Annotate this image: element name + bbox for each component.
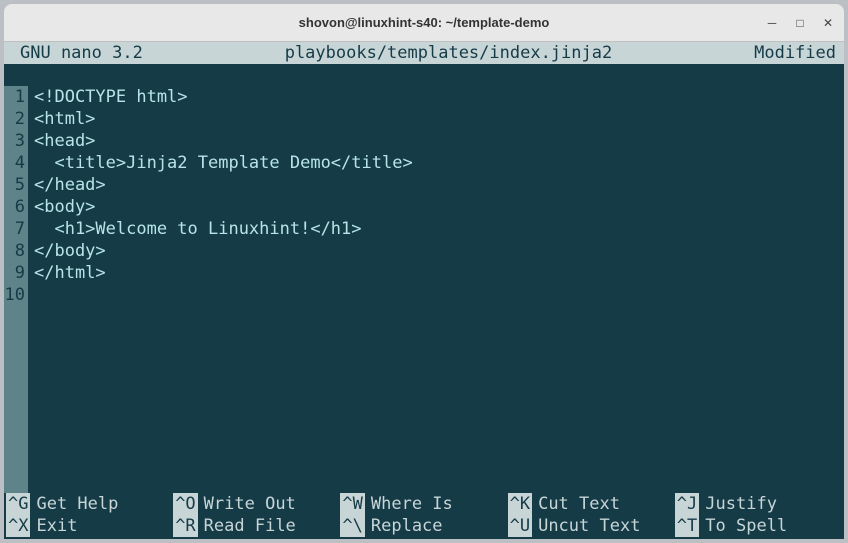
- line-number: 6: [4, 196, 25, 218]
- code-line[interactable]: <h1>Welcome to Linuxhint!</h1>: [34, 218, 844, 240]
- shortcut-key: ^G: [6, 493, 30, 515]
- line-number: 5: [4, 174, 25, 196]
- line-gutter: 12345678910: [4, 86, 28, 493]
- shortcut-key: ^O: [173, 493, 197, 515]
- shortcut-key: ^X: [6, 515, 30, 537]
- editor-area[interactable]: 12345678910 <!DOCTYPE html><html><head> …: [4, 64, 844, 493]
- minimize-icon[interactable]: ─: [764, 15, 780, 31]
- nano-header: GNU nano 3.2 playbooks/templates/index.j…: [4, 42, 844, 64]
- file-name: playbooks/templates/index.jinja2: [143, 42, 754, 64]
- shortcut-key: ^T: [675, 515, 699, 537]
- shortcut-item[interactable]: ^G Get Help: [6, 493, 173, 515]
- shortcut-item[interactable]: ^T To Spell: [675, 515, 842, 537]
- shortcut-label: Where Is: [371, 493, 453, 515]
- editor-content[interactable]: <!DOCTYPE html><html><head> <title>Jinja…: [28, 86, 844, 493]
- shortcut-label: Read File: [204, 515, 296, 537]
- shortcut-item[interactable]: ^\ Replace: [340, 515, 507, 537]
- shortcut-key: ^R: [173, 515, 197, 537]
- file-status: Modified: [754, 42, 840, 64]
- shortcut-label: Exit: [36, 515, 77, 537]
- maximize-icon[interactable]: □: [792, 15, 808, 31]
- code-line[interactable]: <head>: [34, 130, 844, 152]
- code-line[interactable]: </body>: [34, 240, 844, 262]
- line-number: 3: [4, 130, 25, 152]
- close-icon[interactable]: ✕: [820, 15, 836, 31]
- shortcut-key: ^W: [340, 493, 364, 515]
- line-number: 4: [4, 152, 25, 174]
- code-line[interactable]: [34, 284, 844, 306]
- shortcut-item[interactable]: ^R Read File: [173, 515, 340, 537]
- shortcut-label: Write Out: [204, 493, 296, 515]
- line-number: 9: [4, 262, 25, 284]
- shortcut-key: ^\: [340, 515, 364, 537]
- shortcut-label: Uncut Text: [538, 515, 640, 537]
- line-number: 2: [4, 108, 25, 130]
- window-title: shovon@linuxhint-s40: ~/template-demo: [299, 15, 550, 30]
- shortcut-item[interactable]: ^J Justify: [675, 493, 842, 515]
- window-controls: ─ □ ✕: [764, 15, 836, 31]
- shortcut-label: Cut Text: [538, 493, 620, 515]
- shortcut-key: ^K: [508, 493, 532, 515]
- shortcut-key: ^U: [508, 515, 532, 537]
- code-line[interactable]: </head>: [34, 174, 844, 196]
- code-line[interactable]: <title>Jinja2 Template Demo</title>: [34, 152, 844, 174]
- titlebar: shovon@linuxhint-s40: ~/template-demo ─ …: [4, 4, 844, 42]
- shortcut-label: Justify: [705, 493, 777, 515]
- code-line[interactable]: <html>: [34, 108, 844, 130]
- shortcut-item[interactable]: ^U Uncut Text: [508, 515, 675, 537]
- line-number: 1: [4, 86, 25, 108]
- shortcut-bar: ^G Get Help ^O Write Out ^W Where Is ^K Cut Tex…: [4, 493, 844, 539]
- shortcut-label: Replace: [371, 515, 443, 537]
- terminal: GNU nano 3.2 playbooks/templates/index.j…: [4, 42, 844, 539]
- line-number: 8: [4, 240, 25, 262]
- app-name: GNU nano 3.2: [8, 42, 143, 64]
- shortcut-key: ^J: [675, 493, 699, 515]
- shortcut-label: To Spell: [705, 515, 787, 537]
- shortcut-item[interactable]: ^W Where Is: [340, 493, 507, 515]
- line-number: 10: [4, 284, 25, 306]
- shortcut-item[interactable]: ^K Cut Text: [508, 493, 675, 515]
- shortcut-item[interactable]: ^X Exit: [6, 515, 173, 537]
- shortcut-item[interactable]: ^O Write Out: [173, 493, 340, 515]
- code-line[interactable]: <body>: [34, 196, 844, 218]
- code-line[interactable]: </html>: [34, 262, 844, 284]
- code-line[interactable]: <!DOCTYPE html>: [34, 86, 844, 108]
- line-number: 7: [4, 218, 25, 240]
- shortcut-label: Get Help: [36, 493, 118, 515]
